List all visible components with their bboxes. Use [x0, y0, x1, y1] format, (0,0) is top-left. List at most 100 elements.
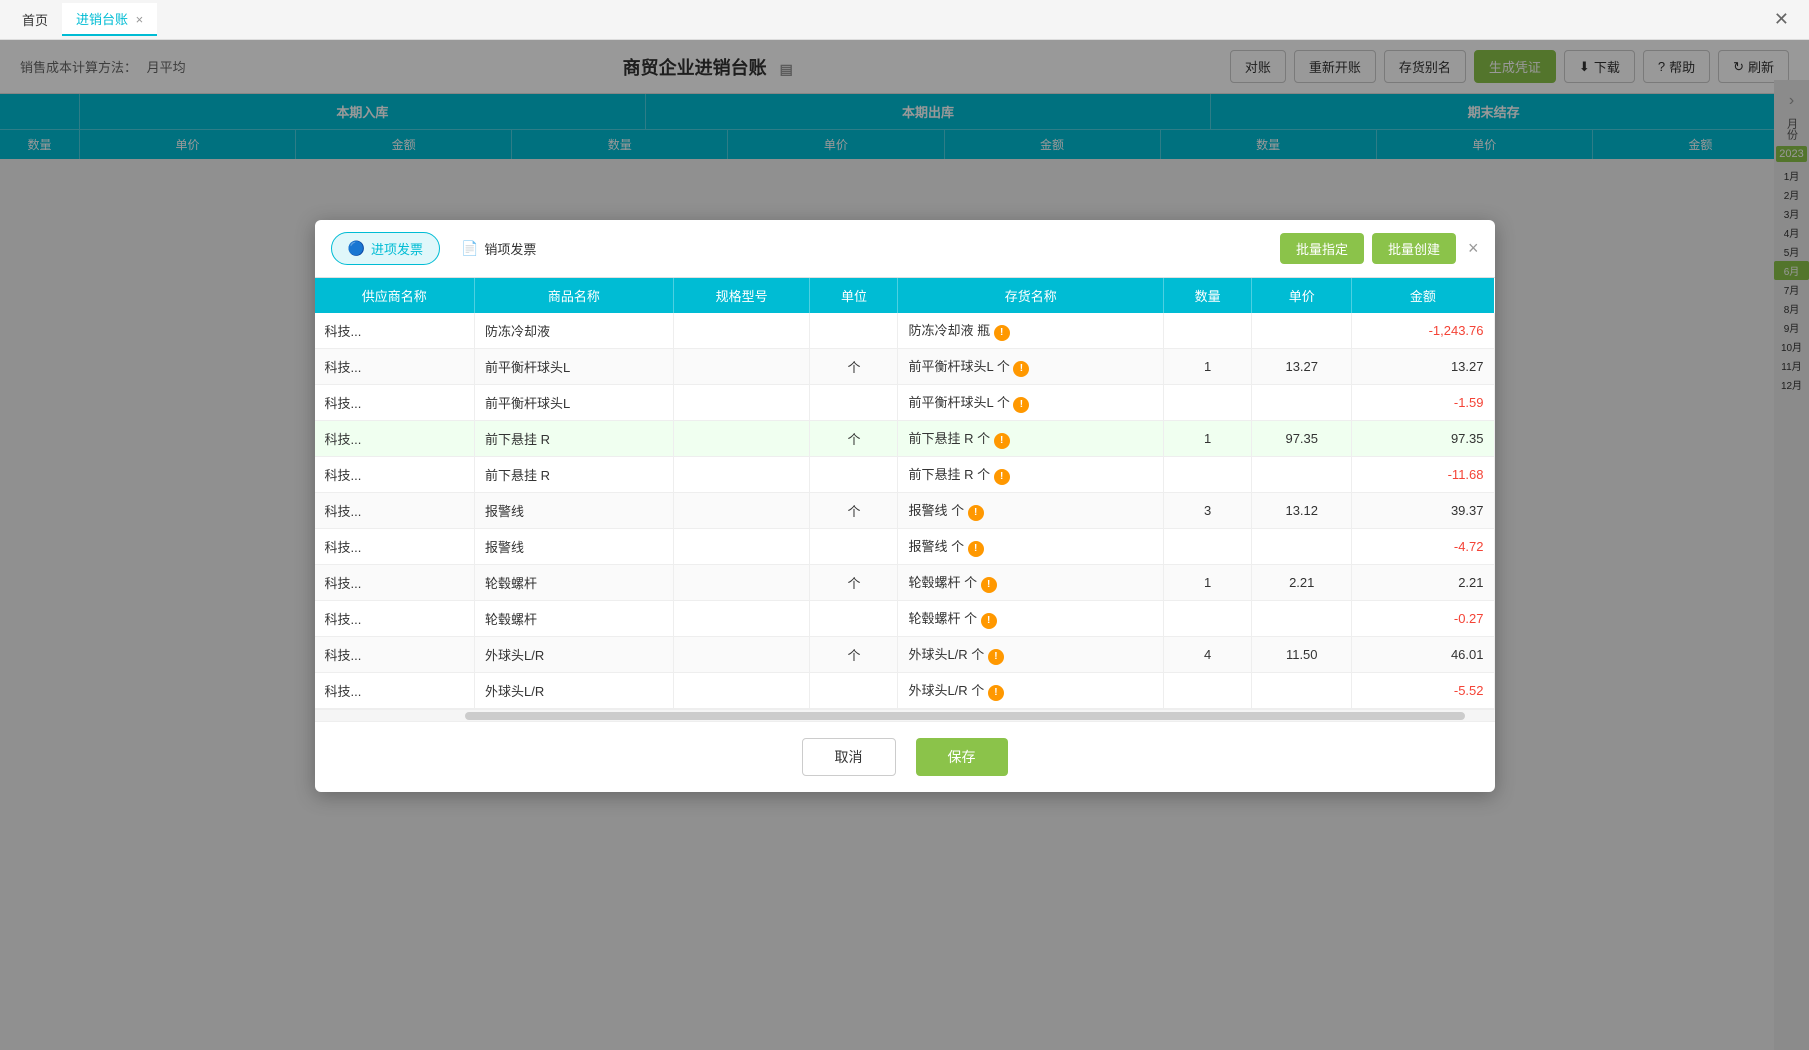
ledger-tab-label: 进销台账 [76, 12, 128, 27]
batch-assign-button[interactable]: 批量指定 [1280, 233, 1364, 264]
cell-qty [1164, 457, 1252, 493]
table-row[interactable]: 科技... 报警线 个 报警线 个 ! 3 13.12 39.37 [315, 493, 1495, 529]
cell-unit: 个 [810, 565, 898, 601]
dialog-close-button[interactable]: × [1468, 238, 1479, 259]
cell-product: 前平衡杆球头L [475, 385, 674, 421]
cell-unit: 个 [810, 637, 898, 673]
modal-overlay: 🔵 进项发票 📄 销项发票 批量指定 批量创建 × [0, 40, 1809, 1050]
cell-supplier: 科技... [315, 385, 475, 421]
cell-qty [1164, 673, 1252, 709]
outbound-tab-label: 销项发票 [484, 239, 536, 258]
table-row[interactable]: 科技... 外球头L/R 个 外球头L/R 个 ! 4 11.50 46.01 [315, 637, 1495, 673]
invoice-table: 供应商名称 商品名称 规格型号 单位 存货名称 数量 单价 金额 科技... 防… [315, 278, 1495, 709]
window-close-button[interactable]: ✕ [1762, 9, 1801, 30]
cell-inventory: 前下悬挂 R 个 ! [898, 421, 1164, 457]
table-row[interactable]: 科技... 前下悬挂 R 个 前下悬挂 R 个 ! 1 97.35 97.35 [315, 421, 1495, 457]
table-row[interactable]: 科技... 外球头L/R 外球头L/R 个 ! -5.52 [315, 673, 1495, 709]
col-supplier: 供应商名称 [315, 278, 475, 313]
cell-unit-price [1252, 673, 1352, 709]
cell-product: 外球头L/R [475, 673, 674, 709]
cell-unit [810, 313, 898, 349]
cell-unit: 个 [810, 349, 898, 385]
table-row[interactable]: 科技... 报警线 报警线 个 ! -4.72 [315, 529, 1495, 565]
cell-product: 前下悬挂 R [475, 457, 674, 493]
warning-icon: ! [968, 505, 984, 521]
cell-amount: 39.37 [1352, 493, 1494, 529]
window-close-icon: ✕ [1774, 9, 1789, 29]
save-button[interactable]: 保存 [916, 738, 1008, 776]
cell-amount: 97.35 [1352, 421, 1494, 457]
cell-amount: -1,243.76 [1352, 313, 1494, 349]
cell-spec [673, 637, 810, 673]
warning-icon: ! [981, 577, 997, 593]
cell-spec [673, 529, 810, 565]
cell-product: 报警线 [475, 529, 674, 565]
cell-qty: 4 [1164, 637, 1252, 673]
dialog-table[interactable]: 供应商名称 商品名称 规格型号 单位 存货名称 数量 单价 金额 科技... 防… [315, 278, 1495, 709]
cell-product: 报警线 [475, 493, 674, 529]
cell-product: 防冻冷却液 [475, 313, 674, 349]
cell-supplier: 科技... [315, 529, 475, 565]
cell-spec [673, 313, 810, 349]
cell-unit: 个 [810, 421, 898, 457]
table-row[interactable]: 科技... 轮毂螺杆 轮毂螺杆 个 ! -0.27 [315, 601, 1495, 637]
table-row[interactable]: 科技... 轮毂螺杆 个 轮毂螺杆 个 ! 1 2.21 2.21 [315, 565, 1495, 601]
tab-home[interactable]: 首页 [8, 4, 62, 35]
cell-amount: 2.21 [1352, 565, 1494, 601]
table-row[interactable]: 科技... 防冻冷却液 防冻冷却液 瓶 ! -1,243.76 [315, 313, 1495, 349]
cell-supplier: 科技... [315, 313, 475, 349]
warning-icon: ! [988, 685, 1004, 701]
cell-product: 轮毂螺杆 [475, 565, 674, 601]
cell-amount: -5.52 [1352, 673, 1494, 709]
cell-unit-price [1252, 601, 1352, 637]
dialog-header-actions: 批量指定 批量创建 [1280, 233, 1456, 264]
cell-inventory: 报警线 个 ! [898, 529, 1164, 565]
cell-inventory: 前平衡杆球头L 个 ! [898, 385, 1164, 421]
col-spec: 规格型号 [673, 278, 810, 313]
cell-inventory: 轮毂螺杆 个 ! [898, 565, 1164, 601]
tab-ledger[interactable]: 进销台账 × [62, 3, 157, 36]
cell-spec [673, 349, 810, 385]
cell-supplier: 科技... [315, 421, 475, 457]
cell-product: 外球头L/R [475, 637, 674, 673]
cell-amount: -11.68 [1352, 457, 1494, 493]
cell-supplier: 科技... [315, 349, 475, 385]
warning-icon: ! [1013, 397, 1029, 413]
cell-qty: 3 [1164, 493, 1252, 529]
table-row[interactable]: 科技... 前平衡杆球头L 前平衡杆球头L 个 ! -1.59 [315, 385, 1495, 421]
cell-spec [673, 565, 810, 601]
warning-icon: ! [994, 469, 1010, 485]
col-qty: 数量 [1164, 278, 1252, 313]
warning-icon: ! [968, 541, 984, 557]
cell-unit-price: 11.50 [1252, 637, 1352, 673]
col-unit-price: 单价 [1252, 278, 1352, 313]
cell-qty [1164, 529, 1252, 565]
cell-amount: -0.27 [1352, 601, 1494, 637]
dialog-header: 🔵 进项发票 📄 销项发票 批量指定 批量创建 × [315, 220, 1495, 278]
cancel-button[interactable]: 取消 [802, 738, 896, 776]
cell-inventory: 防冻冷却液 瓶 ! [898, 313, 1164, 349]
cell-spec [673, 493, 810, 529]
cell-amount: 13.27 [1352, 349, 1494, 385]
tab-outbound-invoice[interactable]: 📄 销项发票 [444, 232, 553, 265]
tab-inbound-invoice[interactable]: 🔵 进项发票 [331, 232, 440, 265]
cell-unit-price: 13.27 [1252, 349, 1352, 385]
cell-supplier: 科技... [315, 673, 475, 709]
main-app-area: 销售成本计算方法： 月平均 商贸企业进销台账 ▤ 对账 重新开账 存货别名 生成… [0, 40, 1809, 1050]
batch-create-button[interactable]: 批量创建 [1372, 233, 1456, 264]
cell-qty [1164, 385, 1252, 421]
cell-inventory: 前下悬挂 R 个 ! [898, 457, 1164, 493]
table-row[interactable]: 科技... 前下悬挂 R 前下悬挂 R 个 ! -11.68 [315, 457, 1495, 493]
cell-unit-price: 2.21 [1252, 565, 1352, 601]
cell-inventory: 外球头L/R 个 ! [898, 673, 1164, 709]
warning-icon: ! [994, 325, 1010, 341]
cell-supplier: 科技... [315, 457, 475, 493]
horizontal-scrollbar[interactable] [315, 709, 1495, 721]
cell-supplier: 科技... [315, 565, 475, 601]
scroll-thumb [465, 712, 1465, 720]
tab-close-icon[interactable]: × [136, 12, 144, 27]
warning-icon: ! [1013, 361, 1029, 377]
dialog-tabs: 🔵 进项发票 📄 销项发票 [331, 232, 554, 265]
cell-supplier: 科技... [315, 493, 475, 529]
table-row[interactable]: 科技... 前平衡杆球头L 个 前平衡杆球头L 个 ! 1 13.27 13.2… [315, 349, 1495, 385]
